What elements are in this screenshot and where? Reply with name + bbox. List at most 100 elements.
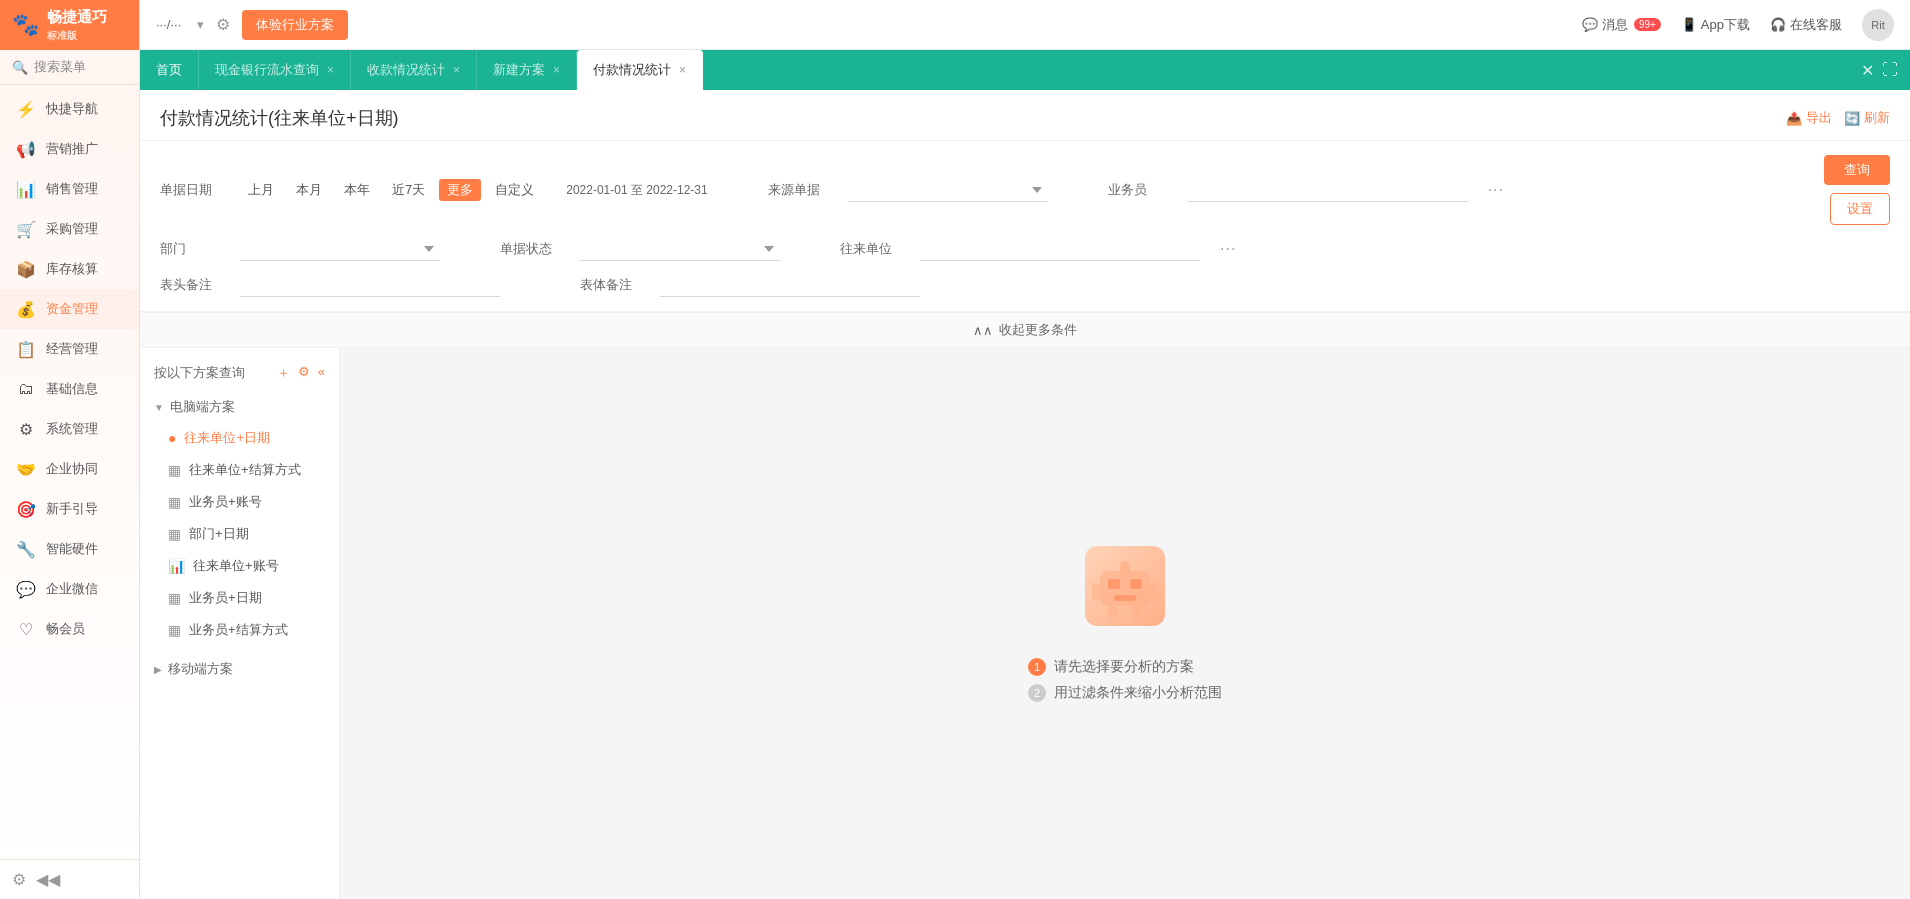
scheme-item-dept-date[interactable]: ▦ 部门+日期	[140, 518, 339, 550]
source-label: 来源单据	[768, 181, 828, 199]
topbar-dropdown-icon[interactable]: ▾	[197, 17, 204, 32]
sidebar-settings-icon[interactable]: ⚙	[12, 870, 26, 889]
settings-button[interactable]: 设置	[1830, 193, 1890, 225]
refresh-label: 刷新	[1864, 109, 1890, 127]
sidebar-item-label: 快捷导航	[46, 100, 98, 118]
capital-icon: 💰	[16, 299, 36, 319]
date-tab-last-month[interactable]: 上月	[240, 179, 282, 201]
empty-hint-2: 2 用过滤条件来缩小分析范围	[1028, 684, 1222, 702]
scheme-item-partner-account[interactable]: 📊 往来单位+账号	[140, 550, 339, 582]
sidebar-item-label: 企业协同	[46, 460, 98, 478]
date-tab-this-year[interactable]: 本年	[336, 179, 378, 201]
date-range-display: 2022-01-01 至 2022-12-31	[566, 182, 707, 199]
online-service-btn[interactable]: 🎧 在线客服	[1770, 16, 1842, 34]
sidebar-item-smart-hw[interactable]: 🔧 智能硬件	[0, 529, 139, 569]
status-select[interactable]	[580, 237, 780, 261]
date-tab-this-month[interactable]: 本月	[288, 179, 330, 201]
sidebar-item-capital[interactable]: 💰 资金管理	[0, 289, 139, 329]
scheme-item-salesman-date[interactable]: ▦ 业务员+日期	[140, 582, 339, 614]
partner-dots[interactable]: ···	[1220, 240, 1236, 258]
sidebar-item-enterprise[interactable]: 🤝 企业协同	[0, 449, 139, 489]
tab-payment-stats[interactable]: 付款情况统计 ×	[577, 50, 703, 90]
status-label: 单据状态	[500, 240, 560, 258]
topbar-settings-icon[interactable]: ⚙	[216, 15, 230, 34]
empty-hint-1: 1 请先选择要分析的方案	[1028, 658, 1222, 676]
tab-receipts-stats-close[interactable]: ×	[453, 63, 460, 77]
sidebar-item-weapp[interactable]: 💬 企业微信	[0, 569, 139, 609]
tab-close-all-icon[interactable]: ✕	[1861, 61, 1874, 80]
scheme-item-chart-icon: 📊	[168, 558, 185, 574]
sidebar-item-label: 库存核算	[46, 260, 98, 278]
sidebar-item-quick-nav[interactable]: ⚡ 快捷导航	[0, 89, 139, 129]
scheme-item-partner-date[interactable]: ● 往来单位+日期	[140, 422, 339, 454]
app-download-btn[interactable]: 📱 App下载	[1681, 16, 1750, 34]
salesman-input[interactable]	[1188, 178, 1468, 202]
query-button[interactable]: 查询	[1824, 155, 1890, 185]
message-btn[interactable]: 💬 消息 99+	[1582, 16, 1661, 34]
scheme-add-icon[interactable]: ＋	[277, 364, 290, 382]
sidebar-item-label: 基础信息	[46, 380, 98, 398]
salesman-dots[interactable]: ···	[1488, 181, 1504, 199]
partner-input[interactable]	[920, 237, 1200, 261]
sidebar-item-member[interactable]: ♡ 畅会员	[0, 609, 139, 649]
source-select[interactable]	[848, 178, 1048, 202]
dept-label: 部门	[160, 240, 220, 258]
tab-expand-icon[interactable]: ⛶	[1882, 61, 1898, 79]
member-icon: ♡	[16, 619, 36, 639]
logo-name: 畅捷通巧	[47, 8, 107, 27]
scheme-item-label: 往来单位+日期	[184, 429, 270, 447]
trial-button[interactable]: 体验行业方案	[242, 10, 348, 40]
tab-payment-stats-close[interactable]: ×	[679, 63, 686, 77]
date-tab-more[interactable]: 更多	[439, 179, 481, 201]
sidebar-item-label: 销售管理	[46, 180, 98, 198]
partner-label: 往来单位	[840, 240, 900, 258]
body-note-input[interactable]	[660, 273, 920, 297]
sidebar-item-marketing[interactable]: 📢 营销推广	[0, 129, 139, 169]
sidebar-item-purchase[interactable]: 🛒 采购管理	[0, 209, 139, 249]
scheme-collapse-icon[interactable]: «	[318, 364, 325, 382]
main-content: ···/··· ▾ ⚙ 体验行业方案 💬 消息 99+ 📱 App下载 🎧 在线…	[140, 0, 1910, 899]
online-service-label: 在线客服	[1790, 16, 1842, 34]
user-avatar[interactable]: Rit	[1862, 9, 1894, 41]
tab-home[interactable]: 首页	[140, 50, 199, 90]
sidebar-collapse-icon[interactable]: ◀◀	[36, 870, 60, 889]
date-tab-7days[interactable]: 近7天	[384, 179, 433, 201]
refresh-button[interactable]: 🔄 刷新	[1844, 109, 1890, 127]
tab-cash-flow-close[interactable]: ×	[327, 63, 334, 77]
scheme-settings-icon[interactable]: ⚙	[298, 364, 310, 382]
scheme-item-label: 往来单位+结算方式	[189, 461, 301, 479]
date-tab-custom[interactable]: 自定义	[487, 179, 542, 201]
tab-cash-flow[interactable]: 现金银行流水查询 ×	[199, 50, 351, 90]
tab-new-scheme-close[interactable]: ×	[553, 63, 560, 77]
sidebar-item-label: 资金管理	[46, 300, 98, 318]
sidebar-item-label: 采购管理	[46, 220, 98, 238]
export-button[interactable]: 📤 导出	[1786, 109, 1832, 127]
scheme-item-partner-settle[interactable]: ▦ 往来单位+结算方式	[140, 454, 339, 486]
sidebar-item-system[interactable]: ⚙ 系统管理	[0, 409, 139, 449]
dept-select[interactable]	[240, 237, 440, 261]
sidebar-item-operations[interactable]: 📋 经营管理	[0, 329, 139, 369]
scheme-section-mobile-header[interactable]: ▶ 移动端方案	[140, 654, 339, 684]
scheme-item-label: 部门+日期	[189, 525, 249, 543]
logo-edition: 标准版	[47, 29, 107, 43]
sidebar-item-inventory[interactable]: 📦 库存核算	[0, 249, 139, 289]
page-header: 付款情况统计(往来单位+日期) 📤 导出 🔄 刷新	[140, 90, 1910, 141]
scheme-item-salesman-settle[interactable]: ▦ 业务员+结算方式	[140, 614, 339, 646]
sidebar-item-sales[interactable]: 📊 销售管理	[0, 169, 139, 209]
search-icon: 🔍	[12, 60, 28, 75]
sidebar-search[interactable]: 🔍 搜索菜单	[0, 50, 139, 85]
page-content: 付款情况统计(往来单位+日期) 📤 导出 🔄 刷新 单据日期 上月 本月	[140, 90, 1910, 899]
sidebar-item-guide[interactable]: 🎯 新手引导	[0, 489, 139, 529]
inventory-icon: 📦	[16, 259, 36, 279]
scheme-section-desktop-header[interactable]: ▼ 电脑端方案	[140, 392, 339, 422]
filter-actions: 查询 设置	[1824, 155, 1890, 225]
sidebar-item-basic-info[interactable]: 🗂 基础信息	[0, 369, 139, 409]
quick-nav-icon: ⚡	[16, 99, 36, 119]
scheme-panel-header: 按以下方案查询 ＋ ⚙ «	[140, 358, 339, 388]
tab-new-scheme[interactable]: 新建方案 ×	[477, 50, 577, 90]
scheme-item-salesman-account[interactable]: ▦ 业务员+账号	[140, 486, 339, 518]
header-note-input[interactable]	[240, 273, 500, 297]
message-badge: 99+	[1634, 18, 1661, 31]
collapse-more-btn[interactable]: ∧∧ 收起更多条件	[140, 312, 1910, 348]
tab-receipts-stats[interactable]: 收款情况统计 ×	[351, 50, 477, 90]
